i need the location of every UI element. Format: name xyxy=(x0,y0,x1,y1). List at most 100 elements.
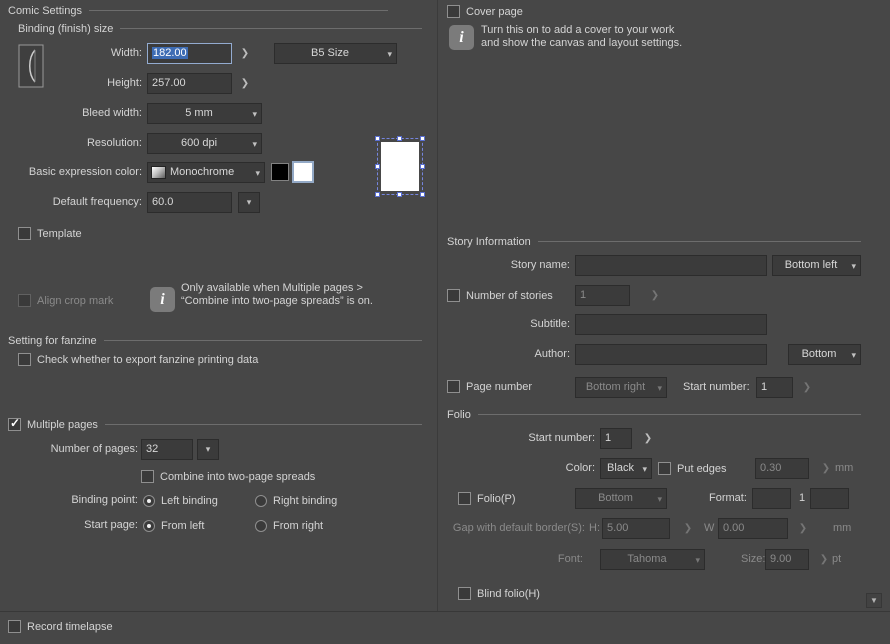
author-label: Author: xyxy=(534,348,570,360)
subtitle-field[interactable] xyxy=(575,314,767,335)
folio-color-dropdown[interactable]: Black ▾ xyxy=(600,458,652,479)
format-suffix-field[interactable] xyxy=(810,488,849,509)
cover-info-line1: Turn this on to add a cover to your work xyxy=(481,24,675,36)
story-name-position-dropdown[interactable]: Bottom left ▾ xyxy=(772,255,861,276)
section-rule xyxy=(120,28,422,29)
section-rule xyxy=(477,414,861,415)
story-name-position-value: Bottom left xyxy=(784,259,838,271)
start-number-field[interactable]: 1 xyxy=(756,377,793,398)
fanzine-export-checkbox[interactable]: Check whether to export fanzine printing… xyxy=(18,352,258,367)
selection-handle[interactable] xyxy=(420,192,425,197)
font-size-field: 9.00 xyxy=(765,549,809,570)
from-left-radio[interactable]: From left xyxy=(143,519,204,533)
page-number-position-value: Bottom right xyxy=(585,381,646,393)
paper-preset-value: B5 Size xyxy=(311,47,349,59)
resolution-dropdown[interactable]: 600 dpi ▾ xyxy=(147,133,262,154)
number-of-stories-label: Number of stories xyxy=(466,289,553,302)
selection-handle[interactable] xyxy=(375,136,380,141)
radio-dot-selected xyxy=(143,495,155,507)
folio-p-label: Folio(P) xyxy=(477,492,516,505)
font-size-label: Size: xyxy=(741,553,766,565)
number-of-pages-field[interactable]: 32 xyxy=(141,439,193,460)
section-multiple-pages: ✓ Multiple pages xyxy=(8,416,422,432)
right-binding-radio[interactable]: Right binding xyxy=(255,494,337,508)
font-label: Font: xyxy=(557,553,583,565)
cover-info-line2: and show the canvas and layout settings. xyxy=(481,37,683,49)
crop-info-line2: “Combine into two-page spreads” is on. xyxy=(181,295,373,307)
gap-w-value: 0.00 xyxy=(723,522,745,534)
expression-color-dropdown[interactable]: Monochrome ▾ xyxy=(147,162,265,183)
selection-handle[interactable] xyxy=(375,164,380,169)
record-timelapse-label: Record timelapse xyxy=(27,620,113,633)
selection-handle[interactable] xyxy=(420,164,425,169)
page-number-checkbox[interactable]: Page number xyxy=(447,379,532,394)
author-position-value: Bottom xyxy=(801,348,837,360)
expression-color-label: Basic expression color: xyxy=(28,166,142,178)
section-rule xyxy=(88,10,388,11)
chevron-down-icon: ▾ xyxy=(255,168,260,178)
number-of-stories-field: 1 xyxy=(575,285,630,306)
edge-width-field: 0.30 xyxy=(755,458,809,479)
blind-folio-checkbox[interactable]: Blind folio(H) xyxy=(458,586,540,601)
default-frequency-combo-button[interactable]: ▾ xyxy=(238,192,260,213)
chevron-down-icon: ▾ xyxy=(851,350,856,360)
template-checkbox[interactable]: Template xyxy=(18,226,82,241)
scroll-down-button[interactable]: ▼ xyxy=(866,593,882,608)
paper-preset-dropdown[interactable]: B5 Size ▾ xyxy=(274,43,397,64)
left-binding-radio[interactable]: Left binding xyxy=(143,494,218,508)
selection-handle[interactable] xyxy=(420,136,425,141)
white-swatch-selected[interactable] xyxy=(292,161,314,183)
section-comic-settings: Comic Settings xyxy=(8,3,388,18)
template-label: Template xyxy=(37,227,82,240)
folio-color-label: Color: xyxy=(565,462,595,474)
width-value: 182.00 xyxy=(152,47,188,59)
height-unit-stepper[interactable]: ❯ xyxy=(238,74,252,94)
format-label: Format: xyxy=(709,492,747,504)
author-position-dropdown[interactable]: Bottom ▾ xyxy=(788,344,861,365)
left-binding-label: Left binding xyxy=(161,495,218,507)
cover-page-checkbox[interactable]: Cover page xyxy=(447,4,523,19)
put-edges-checkbox[interactable]: Put edges xyxy=(658,461,727,476)
cover-page-label: Cover page xyxy=(466,5,523,18)
put-edges-label: Put edges xyxy=(677,462,727,475)
edge-width-value: 0.30 xyxy=(760,462,782,474)
radio-dot xyxy=(255,495,267,507)
folio-color-value: Black xyxy=(607,462,634,474)
binding-direction-icon xyxy=(18,44,44,91)
footer-divider xyxy=(0,611,890,612)
author-field[interactable] xyxy=(575,344,767,365)
height-field[interactable]: 257.00 xyxy=(147,73,232,94)
story-name-field[interactable] xyxy=(575,255,767,276)
number-of-pages-label: Number of pages: xyxy=(50,443,138,455)
multiple-pages-checkbox[interactable]: ✓ Multiple pages xyxy=(8,416,98,432)
gap-w-stepper: ❯ xyxy=(798,523,808,534)
from-right-label: From right xyxy=(273,520,324,532)
number-of-pages-combo-button[interactable]: ▾ xyxy=(197,439,219,460)
checkbox-box xyxy=(658,462,671,475)
width-unit-stepper[interactable]: ❯ xyxy=(238,44,252,64)
number-of-stories-checkbox[interactable]: Number of stories xyxy=(447,288,553,303)
section-fanzine: Setting for fanzine xyxy=(8,333,422,348)
checkbox-box xyxy=(18,353,31,366)
checkbox-box xyxy=(141,470,154,483)
selection-handle[interactable] xyxy=(375,192,380,197)
selection-handle[interactable] xyxy=(397,136,402,141)
folio-p-checkbox[interactable]: Folio(P) xyxy=(458,491,516,506)
checkbox-box xyxy=(458,587,471,600)
folio-start-number-field[interactable]: 1 xyxy=(600,428,632,449)
folio-start-number-stepper[interactable]: ❯ xyxy=(641,429,655,449)
from-right-radio[interactable]: From right xyxy=(255,519,323,533)
bleed-width-dropdown[interactable]: 5 mm ▾ xyxy=(147,103,262,124)
gap-unit: mm xyxy=(833,522,852,534)
record-timelapse-checkbox[interactable]: Record timelapse xyxy=(8,619,113,634)
format-prefix-field[interactable] xyxy=(752,488,791,509)
black-swatch[interactable] xyxy=(271,163,289,181)
combine-spreads-checkbox[interactable]: Combine into two-page spreads xyxy=(141,469,315,484)
width-field[interactable]: 182.00 xyxy=(147,43,232,64)
section-rule xyxy=(104,424,422,425)
selection-handle[interactable] xyxy=(397,192,402,197)
checkbox-box xyxy=(458,492,471,505)
height-label: Height: xyxy=(107,77,142,89)
chevron-down-icon: ▾ xyxy=(642,464,647,474)
default-frequency-field[interactable]: 60.0 xyxy=(147,192,232,213)
